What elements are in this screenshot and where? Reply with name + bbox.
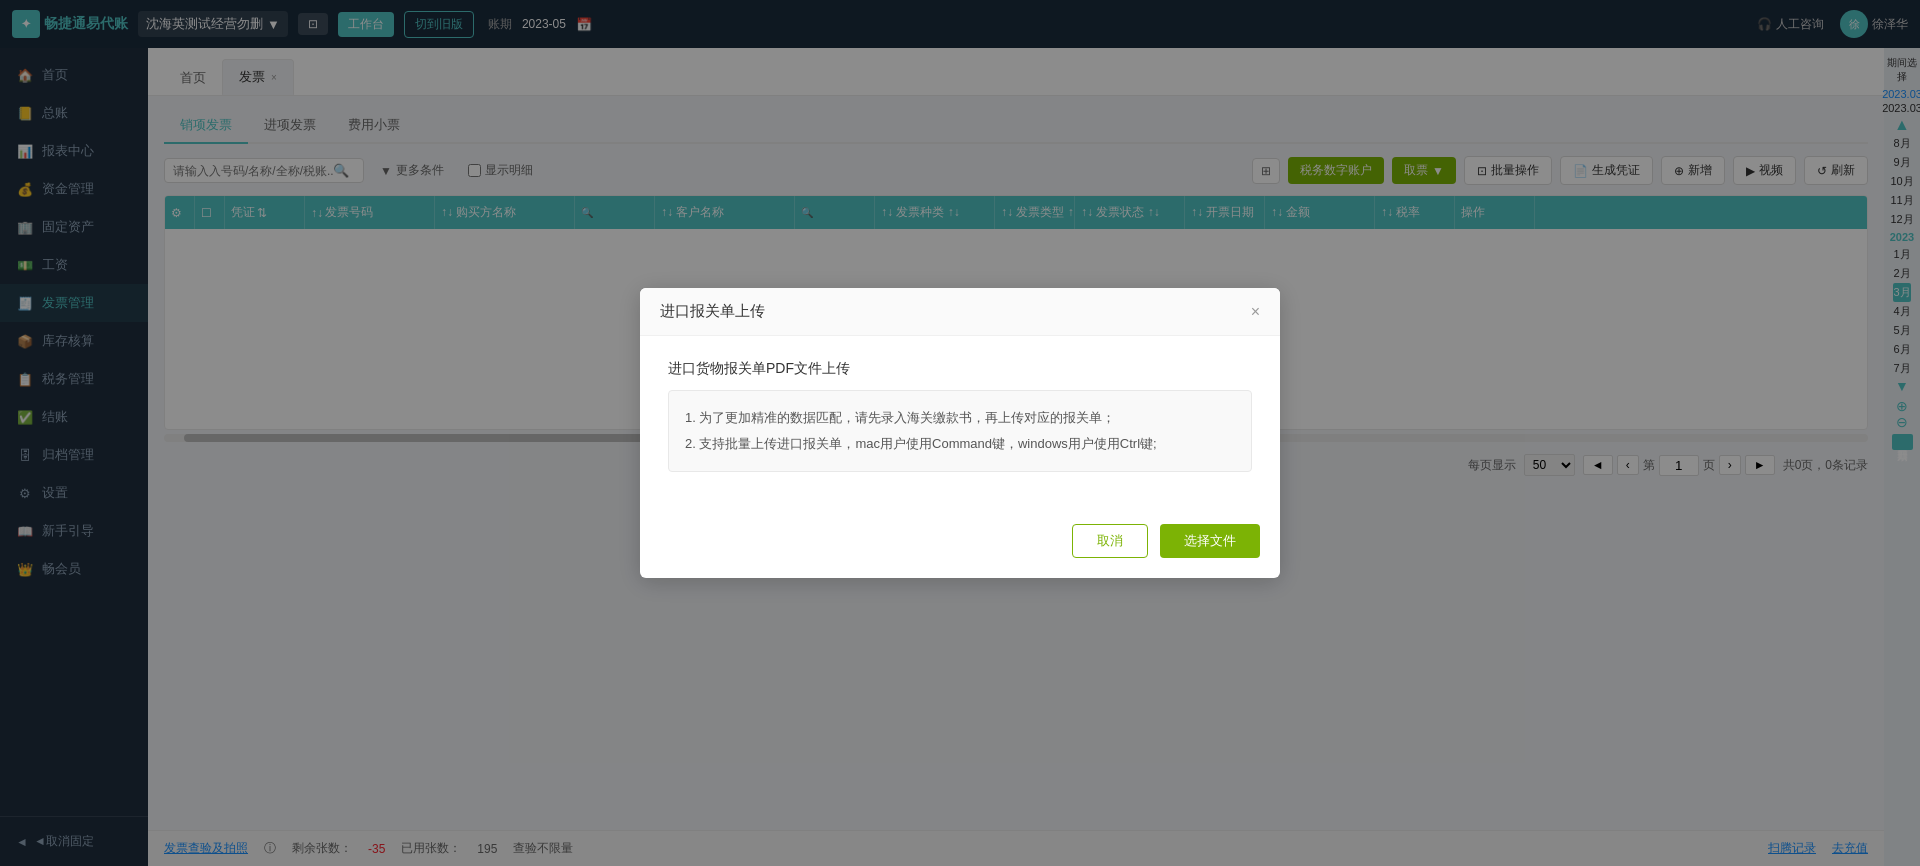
modal-overlay[interactable]: 进口报关单上传 × 进口货物报关单PDF文件上传 1. 为了更加精准的数据匹配，… xyxy=(0,0,1920,866)
modal-title: 进口报关单上传 xyxy=(660,302,765,321)
modal-footer: 取消 选择文件 xyxy=(640,512,1280,578)
modal-section-title: 进口货物报关单PDF文件上传 xyxy=(668,360,1252,378)
import-customs-modal: 进口报关单上传 × 进口货物报关单PDF文件上传 1. 为了更加精准的数据匹配，… xyxy=(640,288,1280,578)
modal-body: 进口货物报关单PDF文件上传 1. 为了更加精准的数据匹配，请先录入海关缴款书，… xyxy=(640,336,1280,512)
modal-header: 进口报关单上传 × xyxy=(640,288,1280,336)
modal-info-box: 1. 为了更加精准的数据匹配，请先录入海关缴款书，再上传对应的报关单； 2. 支… xyxy=(668,390,1252,472)
modal-info-item-2: 2. 支持批量上传进口报关单，mac用户使用Command键，windows用户… xyxy=(685,431,1235,457)
cancel-button[interactable]: 取消 xyxy=(1072,524,1148,558)
select-file-button[interactable]: 选择文件 xyxy=(1160,524,1260,558)
modal-info-item-1: 1. 为了更加精准的数据匹配，请先录入海关缴款书，再上传对应的报关单； xyxy=(685,405,1235,431)
modal-close-button[interactable]: × xyxy=(1251,304,1260,320)
